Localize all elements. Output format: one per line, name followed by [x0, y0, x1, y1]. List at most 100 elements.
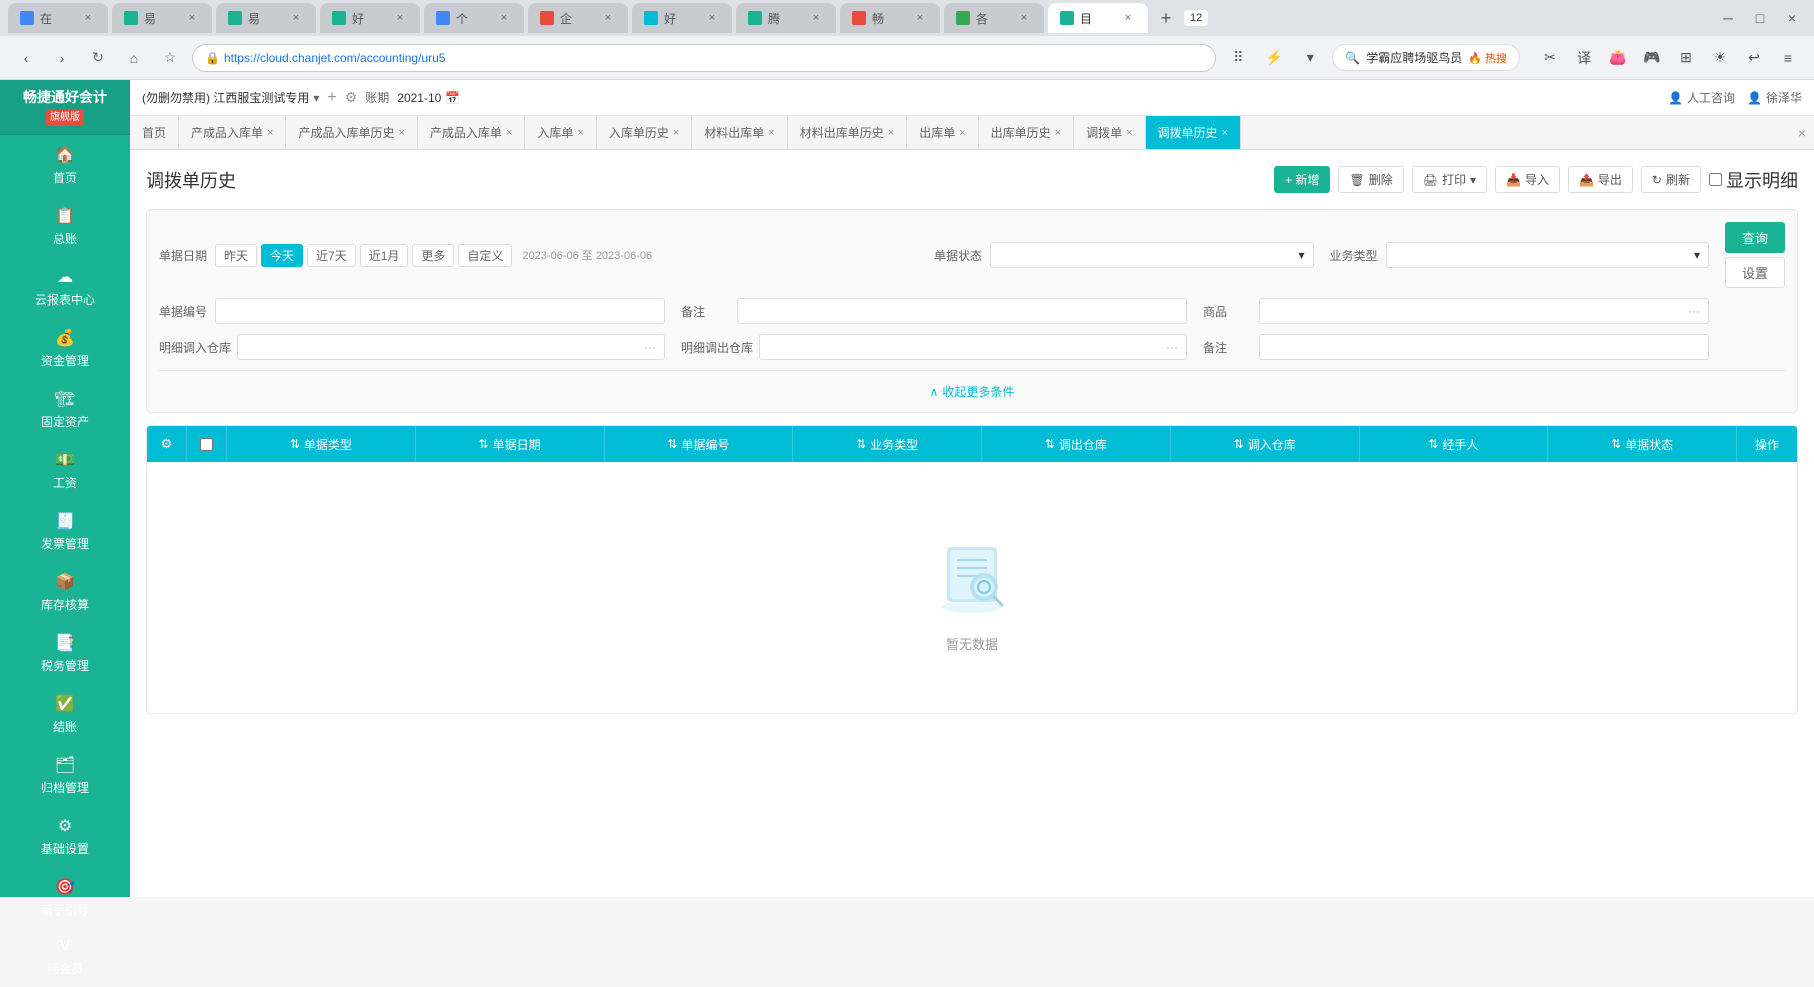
browser-tab-易1[interactable]: 易 ×	[112, 3, 212, 33]
sidebar-item-guide[interactable]: 🎯 新手引导	[0, 867, 130, 928]
sidebar-item-inventory[interactable]: 📦 库存核算	[0, 562, 130, 623]
undo-icon[interactable]: ↩	[1740, 44, 1768, 72]
browser-tab-个[interactable]: 个 ×	[424, 3, 524, 33]
sidebar-item-invoice[interactable]: 🧾 发票管理	[0, 501, 130, 562]
browser-tab-好[interactable]: 好 ×	[320, 3, 420, 33]
print-button[interactable]: 🖨 打印 ▾	[1412, 166, 1487, 193]
browser-tab-好2[interactable]: 好 ×	[632, 3, 732, 33]
tab-close-icon[interactable]: ×	[80, 10, 96, 26]
tab-finished-goods-inbound[interactable]: 产成品入库单 ×	[179, 116, 286, 150]
home-browser-button[interactable]: ⌂	[120, 44, 148, 72]
sidebar-item-general-ledger[interactable]: 📋 总账	[0, 196, 130, 257]
tab-close-icon[interactable]: ×	[1055, 127, 1061, 139]
tab-close-icon[interactable]: ×	[959, 127, 965, 139]
tab-count[interactable]: 12	[1184, 10, 1208, 26]
query-button[interactable]: 查询	[1725, 222, 1785, 253]
date-btn-7days[interactable]: 近7天	[307, 244, 356, 267]
sidebar-item-cloud-report[interactable]: ☁ 云报表中心	[0, 257, 130, 318]
tab-close-icon[interactable]: ×	[673, 127, 679, 139]
address-input[interactable]: 🔒 https://cloud.chanjet.com/accounting/u…	[192, 44, 1216, 72]
tab-close-icon[interactable]: ×	[1120, 10, 1136, 26]
company-selector[interactable]: (勿删勿禁用) 江西服宝测试专用 ▾	[142, 89, 319, 106]
sidebar-item-fund[interactable]: 💰 资金管理	[0, 318, 130, 379]
date-btn-custom[interactable]: 自定义	[458, 244, 512, 267]
tab-close-icon[interactable]: ×	[184, 10, 200, 26]
select-all-checkbox[interactable]	[200, 438, 213, 451]
browser-tab-易2[interactable]: 易 ×	[216, 3, 316, 33]
sidebar-item-settings[interactable]: ⚙ 基础设置	[0, 806, 130, 867]
tab-close-icon[interactable]: ×	[1016, 10, 1032, 26]
date-btn-yesterday[interactable]: 昨天	[215, 244, 257, 267]
tab-home[interactable]: 首页	[130, 116, 179, 150]
tab-close-icon[interactable]: ×	[577, 127, 583, 139]
browser-tab-各[interactable]: 各 ×	[944, 3, 1044, 33]
tab-transfer[interactable]: 调拨单 ×	[1074, 116, 1145, 150]
table-select-all[interactable]	[187, 426, 227, 462]
sidebar-item-salary[interactable]: 💵 工资	[0, 440, 130, 501]
browser-tab-企[interactable]: 企 ×	[528, 3, 628, 33]
wallet-icon[interactable]: 👛	[1604, 44, 1632, 72]
tab-close-icon[interactable]: ×	[808, 10, 824, 26]
browser-tab-目[interactable]: 目 ×	[1048, 3, 1148, 33]
delete-button[interactable]: 🗑 删除	[1338, 166, 1403, 193]
period-value[interactable]: 2021-10 📅	[397, 91, 460, 105]
tab-bar-close-button[interactable]: ×	[1790, 125, 1814, 141]
sidebar-item-tax[interactable]: 📑 税务管理	[0, 623, 130, 684]
tab-transfer-history[interactable]: 调拨单历史 ×	[1146, 116, 1241, 150]
service-btn[interactable]: 👤 人工咨询	[1668, 89, 1735, 106]
status-select[interactable]: ▾	[990, 242, 1314, 268]
tab-close-icon[interactable]: ×	[398, 127, 404, 139]
date-btn-1month[interactable]: 近1月	[360, 244, 409, 267]
date-btn-today[interactable]: 今天	[261, 244, 303, 267]
extensions-button[interactable]: ⠿	[1224, 44, 1252, 72]
collapse-button[interactable]: ∧ 收起更多条件	[159, 377, 1785, 400]
settings-gear-icon[interactable]: ⚙	[345, 89, 358, 106]
plus-icon[interactable]: +	[327, 89, 336, 107]
set-button[interactable]: 设置	[1725, 257, 1785, 288]
goods-more-icon[interactable]: ···	[1688, 304, 1700, 318]
detail-in-more-icon[interactable]: ···	[644, 340, 656, 354]
refresh-browser-button[interactable]: ↻	[84, 44, 112, 72]
th-voucher-no[interactable]: ⇅ 单据编号	[605, 426, 794, 462]
date-btn-more[interactable]: 更多	[412, 244, 454, 267]
tab-close-icon[interactable]: ×	[1126, 127, 1132, 139]
dropdown-button[interactable]: ▾	[1296, 44, 1324, 72]
tab-close-icon[interactable]: ×	[704, 10, 720, 26]
new-tab-button[interactable]: +	[1152, 4, 1180, 32]
browser-tab-畅[interactable]: 畅 ×	[840, 3, 940, 33]
note-input[interactable]	[1259, 334, 1709, 360]
forward-button[interactable]: ›	[48, 44, 76, 72]
tab-close-icon[interactable]: ×	[768, 127, 774, 139]
brightness-icon[interactable]: ☀	[1706, 44, 1734, 72]
game-icon[interactable]: 🎮	[1638, 44, 1666, 72]
minimize-button[interactable]: ─	[1714, 4, 1742, 32]
detail-out-select[interactable]: ···	[759, 334, 1187, 360]
grid-icon[interactable]: ⊞	[1672, 44, 1700, 72]
th-voucher-type[interactable]: ⇅ 单据类型	[227, 426, 416, 462]
tab-material-outbound-history[interactable]: 材料出库单历史 ×	[788, 116, 907, 150]
browser-tab-腾[interactable]: 腾 ×	[736, 3, 836, 33]
display-checkbox[interactable]	[1709, 173, 1722, 186]
tab-inbound[interactable]: 入库单 ×	[525, 116, 596, 150]
back-button[interactable]: ‹	[12, 44, 40, 72]
tab-finished-goods-inbound2[interactable]: 产成品入库单 ×	[418, 116, 525, 150]
close-button[interactable]: ×	[1778, 4, 1806, 32]
export-button[interactable]: 📤 导出	[1568, 166, 1633, 193]
tab-close-icon[interactable]: ×	[506, 127, 512, 139]
tab-outbound[interactable]: 出库单 ×	[907, 116, 978, 150]
th-in-warehouse[interactable]: ⇅ 调入仓库	[1171, 426, 1360, 462]
th-out-warehouse[interactable]: ⇅ 调出仓库	[982, 426, 1171, 462]
tab-close-icon[interactable]: ×	[600, 10, 616, 26]
detail-out-more-icon[interactable]: ···	[1166, 340, 1178, 354]
th-voucher-date[interactable]: ⇅ 单据日期	[416, 426, 605, 462]
sidebar-item-archive[interactable]: 🗂 归档管理	[0, 745, 130, 806]
th-business-type[interactable]: ⇅ 业务类型	[793, 426, 982, 462]
scissors-icon[interactable]: ✂	[1536, 44, 1564, 72]
business-type-select[interactable]: ▾	[1386, 242, 1710, 268]
goods-select[interactable]: ···	[1259, 298, 1709, 324]
display-toggle[interactable]: 显示明细	[1709, 167, 1798, 193]
refresh-button[interactable]: ↻ 刷新	[1641, 166, 1701, 193]
lightning-button[interactable]: ⚡	[1260, 44, 1288, 72]
import-button[interactable]: 📥 导入	[1495, 166, 1560, 193]
tab-close-icon[interactable]: ×	[496, 10, 512, 26]
